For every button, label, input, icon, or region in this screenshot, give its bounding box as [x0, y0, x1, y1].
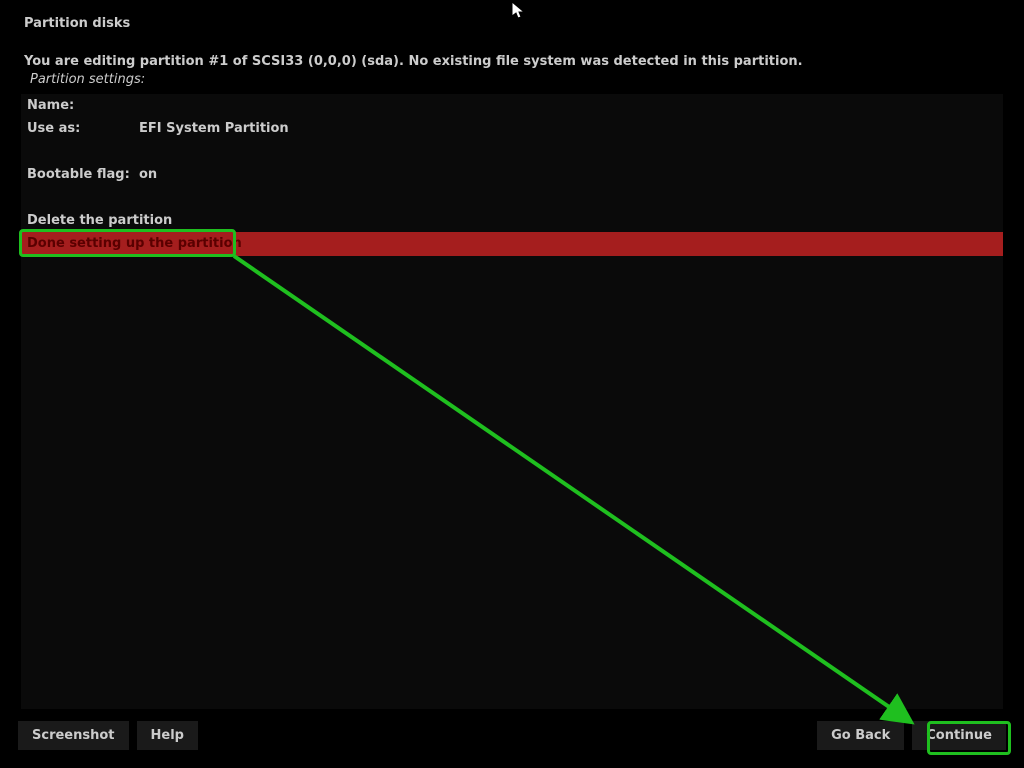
- use-as-value: EFI System Partition: [139, 121, 289, 136]
- name-row[interactable]: Name:: [21, 94, 1003, 117]
- done-setting-up-row[interactable]: Done setting up the partition: [21, 232, 1003, 256]
- go-back-button[interactable]: Go Back: [817, 721, 904, 750]
- help-button[interactable]: Help: [137, 721, 198, 750]
- footer-bar: Screenshot Help Go Back Continue: [18, 721, 1006, 750]
- done-setting-up-label: Done setting up the partition: [27, 236, 242, 251]
- page-title: Partition disks: [24, 16, 130, 31]
- spacer: [21, 140, 1003, 163]
- delete-partition-row[interactable]: Delete the partition: [21, 209, 1003, 231]
- cursor-icon: [512, 2, 526, 20]
- name-label: Name:: [27, 98, 139, 113]
- instruction-text: You are editing partition #1 of SCSI33 (…: [24, 54, 803, 69]
- screenshot-button[interactable]: Screenshot: [18, 721, 129, 750]
- use-as-row[interactable]: Use as: EFI System Partition: [21, 117, 1003, 140]
- bootable-flag-value: on: [139, 167, 157, 182]
- settings-panel: Name: Use as: EFI System Partition Boota…: [21, 94, 1003, 709]
- bootable-flag-label: Bootable flag:: [27, 167, 139, 182]
- bootable-flag-row[interactable]: Bootable flag: on: [21, 163, 1003, 186]
- delete-partition-label: Delete the partition: [27, 213, 172, 228]
- use-as-label: Use as:: [27, 121, 139, 136]
- spacer: [21, 186, 1003, 209]
- continue-button[interactable]: Continue: [912, 721, 1006, 750]
- partition-settings-heading: Partition settings:: [30, 72, 145, 87]
